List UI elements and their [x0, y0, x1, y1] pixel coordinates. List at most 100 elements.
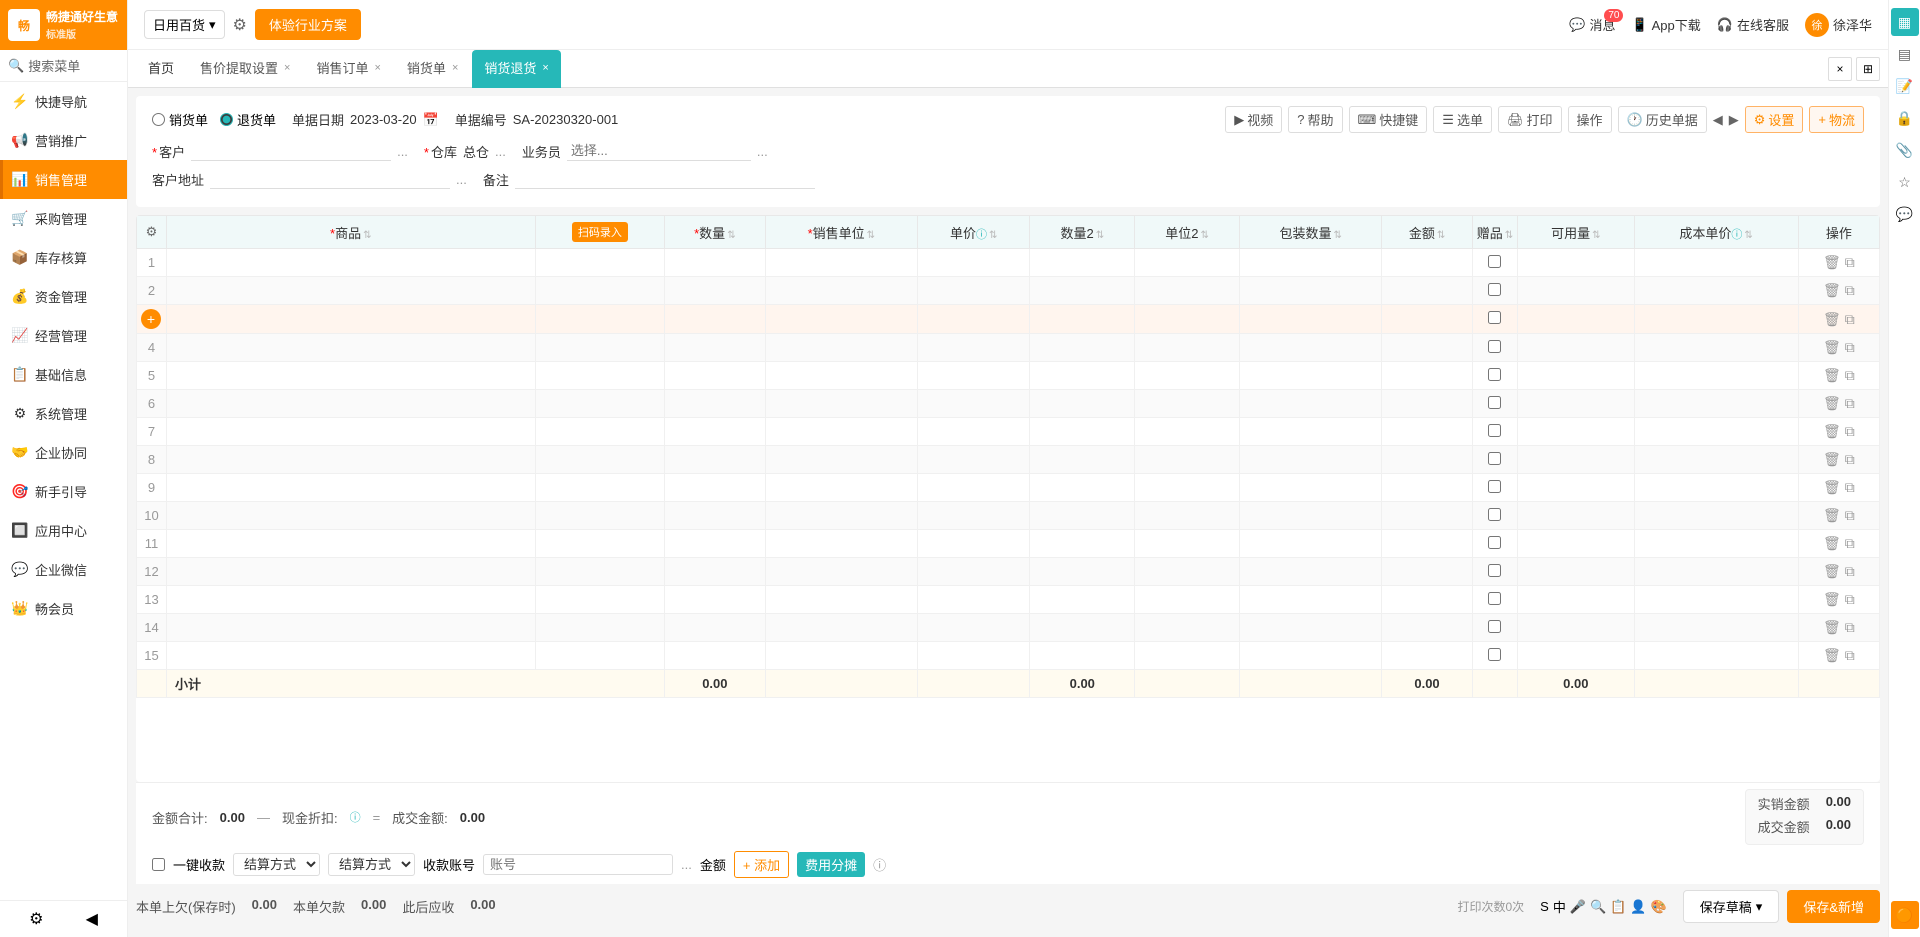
cost-price-cell[interactable]: [1634, 642, 1798, 670]
qty-cell[interactable]: [665, 418, 766, 446]
video-btn[interactable]: ▶ 视频: [1225, 106, 1282, 133]
delete-row-icon[interactable]: 🗑: [1823, 367, 1841, 384]
delete-row-icon[interactable]: 🗑: [1823, 619, 1841, 636]
unit2-cell[interactable]: [1135, 418, 1240, 446]
sale-unit-cell[interactable]: [765, 530, 917, 558]
save-draft-btn[interactable]: 保存草稿 ▾: [1683, 890, 1780, 923]
logistics-btn[interactable]: + 物流: [1809, 106, 1864, 133]
experience-btn[interactable]: 体验行业方案: [255, 9, 361, 40]
unit2-cell[interactable]: [1135, 334, 1240, 362]
amount-cell[interactable]: [1382, 390, 1472, 418]
right-panel-grid1-btn[interactable]: ▦: [1891, 8, 1919, 36]
qty2-cell[interactable]: [1030, 474, 1135, 502]
product-cell[interactable]: [167, 305, 536, 334]
qty2-cell[interactable]: [1030, 249, 1135, 277]
account-dots[interactable]: ...: [681, 857, 692, 872]
pkg-qty-cell[interactable]: [1240, 249, 1382, 277]
gift-checkbox[interactable]: [1488, 452, 1501, 465]
cost-price-cell[interactable]: [1634, 362, 1798, 390]
product-cell[interactable]: [167, 390, 536, 418]
amount-cell[interactable]: [1382, 277, 1472, 305]
shortcut-btn[interactable]: ⌨ 快捷键: [1349, 106, 1428, 133]
qty2-cell[interactable]: [1030, 614, 1135, 642]
sidebar-item-inventory[interactable]: 📦 库存核算: [0, 238, 127, 277]
radio-sale[interactable]: 销货单: [152, 110, 208, 129]
pkg-qty-cell[interactable]: [1240, 305, 1382, 334]
customer-dots[interactable]: ...: [397, 144, 408, 159]
cost-price-cell[interactable]: [1634, 586, 1798, 614]
copy-row-icon[interactable]: ⧉: [1845, 479, 1855, 496]
tab-close-sale-price[interactable]: ×: [284, 62, 290, 74]
qty-cell[interactable]: [665, 642, 766, 670]
available-cell[interactable]: [1518, 390, 1634, 418]
unit-price-cell[interactable]: [917, 558, 1029, 586]
industry-select[interactable]: 日用百货 ▾: [144, 10, 225, 39]
right-panel-chat-btn[interactable]: 💬: [1891, 200, 1919, 228]
pkg-qty-cell[interactable]: [1240, 474, 1382, 502]
sidebar-item-sales[interactable]: 📊 销售管理: [0, 160, 127, 199]
copy-row-icon[interactable]: ⧉: [1845, 451, 1855, 468]
print-btn[interactable]: 🖨 打印: [1498, 106, 1562, 133]
gift-cell[interactable]: [1472, 362, 1517, 390]
sale-unit-cell[interactable]: [765, 446, 917, 474]
pkg-qty-cell[interactable]: [1240, 418, 1382, 446]
delete-row-icon[interactable]: 🗑: [1823, 282, 1841, 299]
save-new-btn[interactable]: 保存&新增: [1787, 890, 1880, 923]
unit2-cell[interactable]: [1135, 530, 1240, 558]
sidebar-item-marketing[interactable]: 📢 营销推广: [0, 121, 127, 160]
cost-price-cell[interactable]: [1634, 418, 1798, 446]
unit2-cell[interactable]: [1135, 642, 1240, 670]
qty-cell[interactable]: [665, 390, 766, 418]
tab-home[interactable]: 首页: [136, 50, 186, 88]
prev-record-icon[interactable]: ◀: [1713, 112, 1723, 128]
gift-cell[interactable]: [1472, 334, 1517, 362]
unit2-cell[interactable]: [1135, 558, 1240, 586]
gift-checkbox[interactable]: [1488, 480, 1501, 493]
sale-unit-cell[interactable]: [765, 474, 917, 502]
product-cell[interactable]: [167, 446, 536, 474]
tab-close-sale-order[interactable]: ×: [374, 62, 380, 74]
gift-checkbox[interactable]: [1488, 564, 1501, 577]
cost-price-cell[interactable]: [1634, 614, 1798, 642]
select-btn[interactable]: ☰ 选单: [1433, 106, 1492, 133]
amount-cell[interactable]: [1382, 586, 1472, 614]
cost-price-cell[interactable]: [1634, 305, 1798, 334]
maximize-btn[interactable]: ⊞: [1856, 57, 1880, 81]
copy-row-icon[interactable]: ⧉: [1845, 619, 1855, 636]
cost-price-cell[interactable]: [1634, 249, 1798, 277]
sidebar-item-purchase[interactable]: 🛒 采购管理: [0, 199, 127, 238]
split-btn[interactable]: 费用分摊: [797, 852, 865, 877]
sidebar-item-system[interactable]: ⚙ 系统管理: [0, 394, 127, 433]
product-cell[interactable]: [167, 362, 536, 390]
pkg-qty-cell[interactable]: [1240, 390, 1382, 418]
amount-cell[interactable]: [1382, 502, 1472, 530]
unit-price-cell[interactable]: [917, 642, 1029, 670]
product-cell[interactable]: [167, 277, 536, 305]
gift-cell[interactable]: [1472, 558, 1517, 586]
pkg-qty-cell[interactable]: [1240, 586, 1382, 614]
address-dots[interactable]: ...: [456, 172, 467, 187]
pkg-qty-cell[interactable]: [1240, 502, 1382, 530]
gift-cell[interactable]: [1472, 249, 1517, 277]
gift-cell[interactable]: [1472, 586, 1517, 614]
sidebar-collapse-icon[interactable]: ◀: [86, 909, 98, 929]
gift-checkbox[interactable]: [1488, 340, 1501, 353]
unit2-cell[interactable]: [1135, 502, 1240, 530]
cost-price-cell[interactable]: [1634, 446, 1798, 474]
gift-checkbox[interactable]: [1488, 255, 1501, 268]
cost-price-cell[interactable]: [1634, 390, 1798, 418]
right-panel-note-btn[interactable]: 📝: [1891, 72, 1919, 100]
qty-cell[interactable]: [665, 474, 766, 502]
delete-row-icon[interactable]: 🗑: [1823, 507, 1841, 524]
qty-cell[interactable]: [665, 530, 766, 558]
qty2-cell[interactable]: [1030, 530, 1135, 558]
cost-price-cell[interactable]: [1634, 334, 1798, 362]
delete-row-icon[interactable]: 🗑: [1823, 451, 1841, 468]
gift-checkbox[interactable]: [1488, 592, 1501, 605]
available-cell[interactable]: [1518, 474, 1634, 502]
address-input[interactable]: [210, 169, 450, 189]
sidebar-item-operation[interactable]: 📈 经营管理: [0, 316, 127, 355]
available-cell[interactable]: [1518, 362, 1634, 390]
delete-row-icon[interactable]: 🗑: [1823, 339, 1841, 356]
radio-return-input[interactable]: [220, 113, 233, 126]
